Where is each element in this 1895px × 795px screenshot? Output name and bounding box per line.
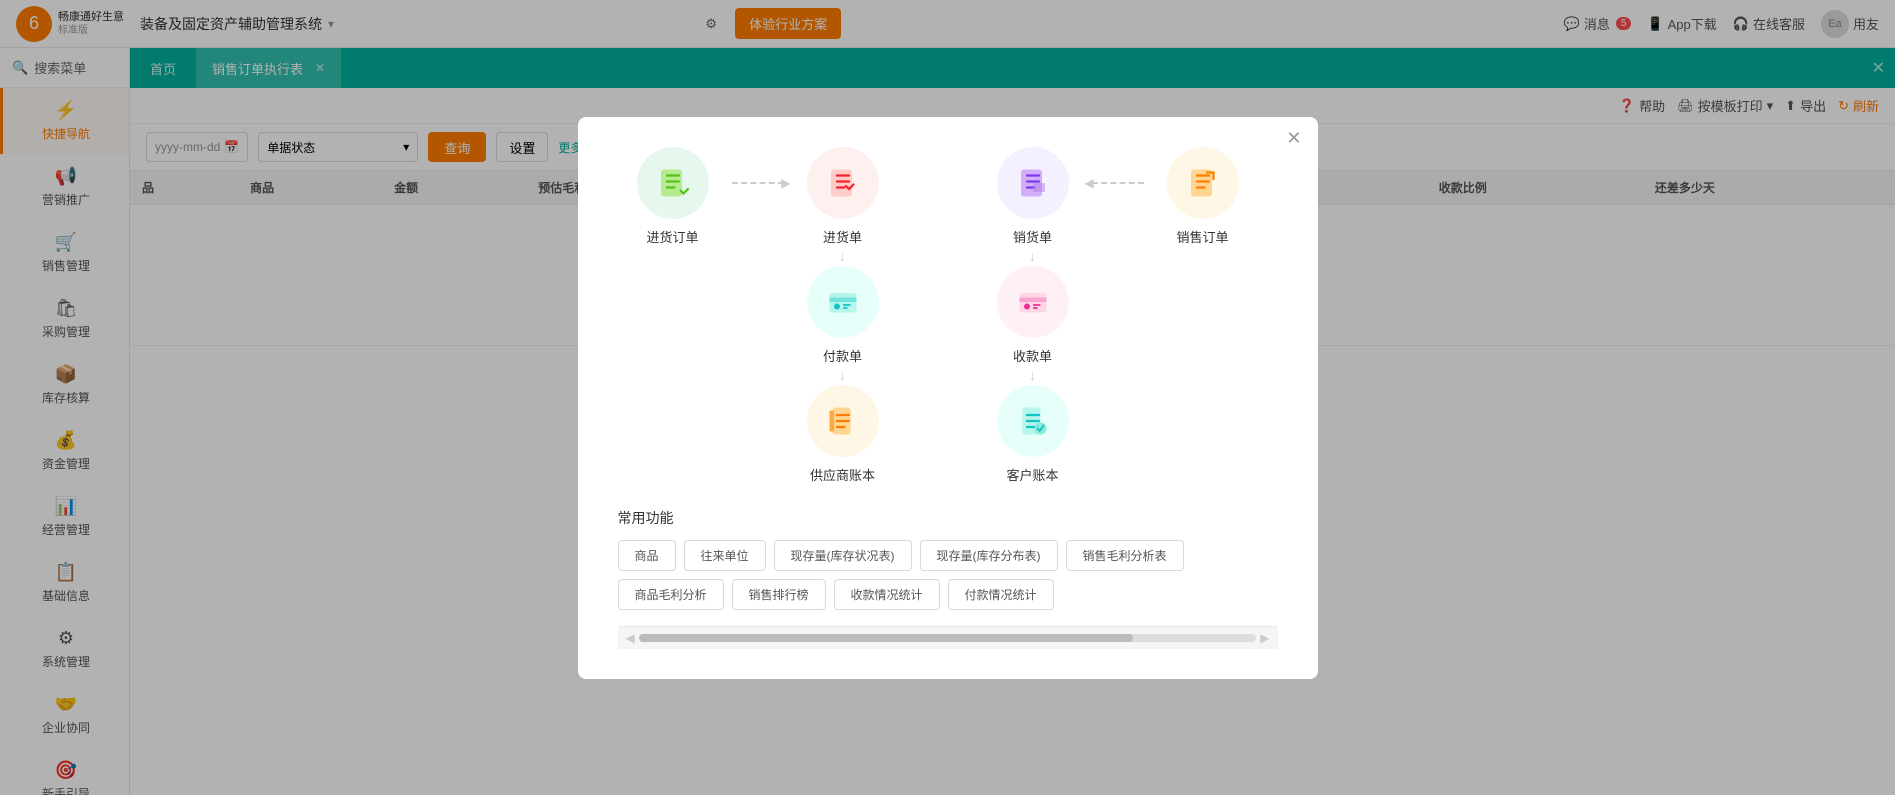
- common-title: 常用功能: [618, 508, 1278, 528]
- supplier-ledger-label: 供应商账本: [810, 465, 875, 484]
- common-function-button[interactable]: 销售毛利分析表: [1066, 540, 1184, 571]
- purchase-bill-icon: [807, 147, 879, 219]
- common-function-button[interactable]: 商品毛利分析: [618, 579, 724, 610]
- purchase-order-icon: [637, 147, 709, 219]
- flow-node-payment-bill[interactable]: 付款单: [788, 266, 898, 365]
- down-arrow-customer: ↓: [1029, 365, 1036, 385]
- scroll-right-icon[interactable]: ▶: [1260, 631, 1269, 645]
- customer-ledger-icon: [997, 385, 1069, 457]
- flow-node-sales-order[interactable]: 销售订单: [1148, 147, 1258, 246]
- receipt-bill-icon: [997, 266, 1069, 338]
- scroll-bar-area: ◀ ▶: [618, 626, 1278, 649]
- sales-bill-label: 销货单: [1013, 227, 1052, 246]
- scrollbar-thumb: [639, 634, 1133, 642]
- flow-row-2-wrap: ↓ 付款单 ↓: [618, 246, 1278, 365]
- modal-close-button[interactable]: ✕: [1286, 129, 1301, 147]
- flow-node-sales-bill[interactable]: 销货单: [978, 147, 1088, 246]
- modal-overlay[interactable]: ✕ 进货订单 ▶: [0, 0, 1895, 795]
- purchase-bill-label: 进货单: [823, 227, 862, 246]
- flow-node-receipt-bill[interactable]: 收款单: [978, 266, 1088, 365]
- scroll-left-icon[interactable]: ◀: [626, 631, 635, 645]
- flow-node-purchase-order[interactable]: 进货订单: [618, 147, 728, 246]
- flow-node-supplier-ledger[interactable]: 供应商账本: [788, 385, 898, 484]
- arrow-purchase-to-bill: ▶: [732, 147, 784, 219]
- payment-bill-icon: [807, 266, 879, 338]
- flow-row-3-wrap: ↓ 供应商账本 ↓ 客户账本: [618, 365, 1278, 484]
- flow-node-purchase-bill[interactable]: 进货单: [788, 147, 898, 246]
- payment-bill-label: 付款单: [823, 346, 862, 365]
- supplier-ledger-icon: [807, 385, 879, 457]
- receipt-bill-label: 收款单: [1013, 346, 1052, 365]
- common-function-button[interactable]: 往来单位: [684, 540, 766, 571]
- purchase-order-label: 进货订单: [646, 227, 698, 246]
- arrow-sales-order-to-bill: ◀: [1092, 147, 1144, 219]
- common-function-button[interactable]: 销售排行榜: [732, 579, 826, 610]
- common-function-button[interactable]: 现存量(库存状况表): [774, 540, 912, 571]
- sales-bill-icon: [997, 147, 1069, 219]
- flow-row-1: 进货订单 ▶ 进货单: [618, 147, 1278, 246]
- common-function-button[interactable]: 商品: [618, 540, 676, 571]
- common-functions-section: 常用功能 商品往来单位现存量(库存状况表)现存量(库存分布表)销售毛利分析表商品…: [618, 508, 1278, 610]
- flow-section: 进货订单 ▶ 进货单: [618, 147, 1278, 484]
- common-function-button[interactable]: 收款情况统计: [834, 579, 940, 610]
- common-buttons: 商品往来单位现存量(库存状况表) 现存量(库存分布表) 销售毛利分析表商品毛利分析销…: [618, 540, 1278, 610]
- scrollbar-track[interactable]: [639, 634, 1257, 642]
- down-arrow-payment: ↓: [839, 246, 846, 266]
- flow-node-customer-ledger[interactable]: 客户账本: [978, 385, 1088, 484]
- common-function-button[interactable]: 现存量(库存分布表): [920, 540, 1058, 571]
- sales-order-icon: [1167, 147, 1239, 219]
- customer-ledger-label: 客户账本: [1006, 465, 1058, 484]
- modal: ✕ 进货订单 ▶: [578, 117, 1318, 679]
- common-function-button[interactable]: 付款情况统计: [948, 579, 1054, 610]
- sales-order-label: 销售订单: [1176, 227, 1228, 246]
- down-arrow-supplier: ↓: [839, 365, 846, 385]
- down-arrow-receipt: ↓: [1029, 246, 1036, 266]
